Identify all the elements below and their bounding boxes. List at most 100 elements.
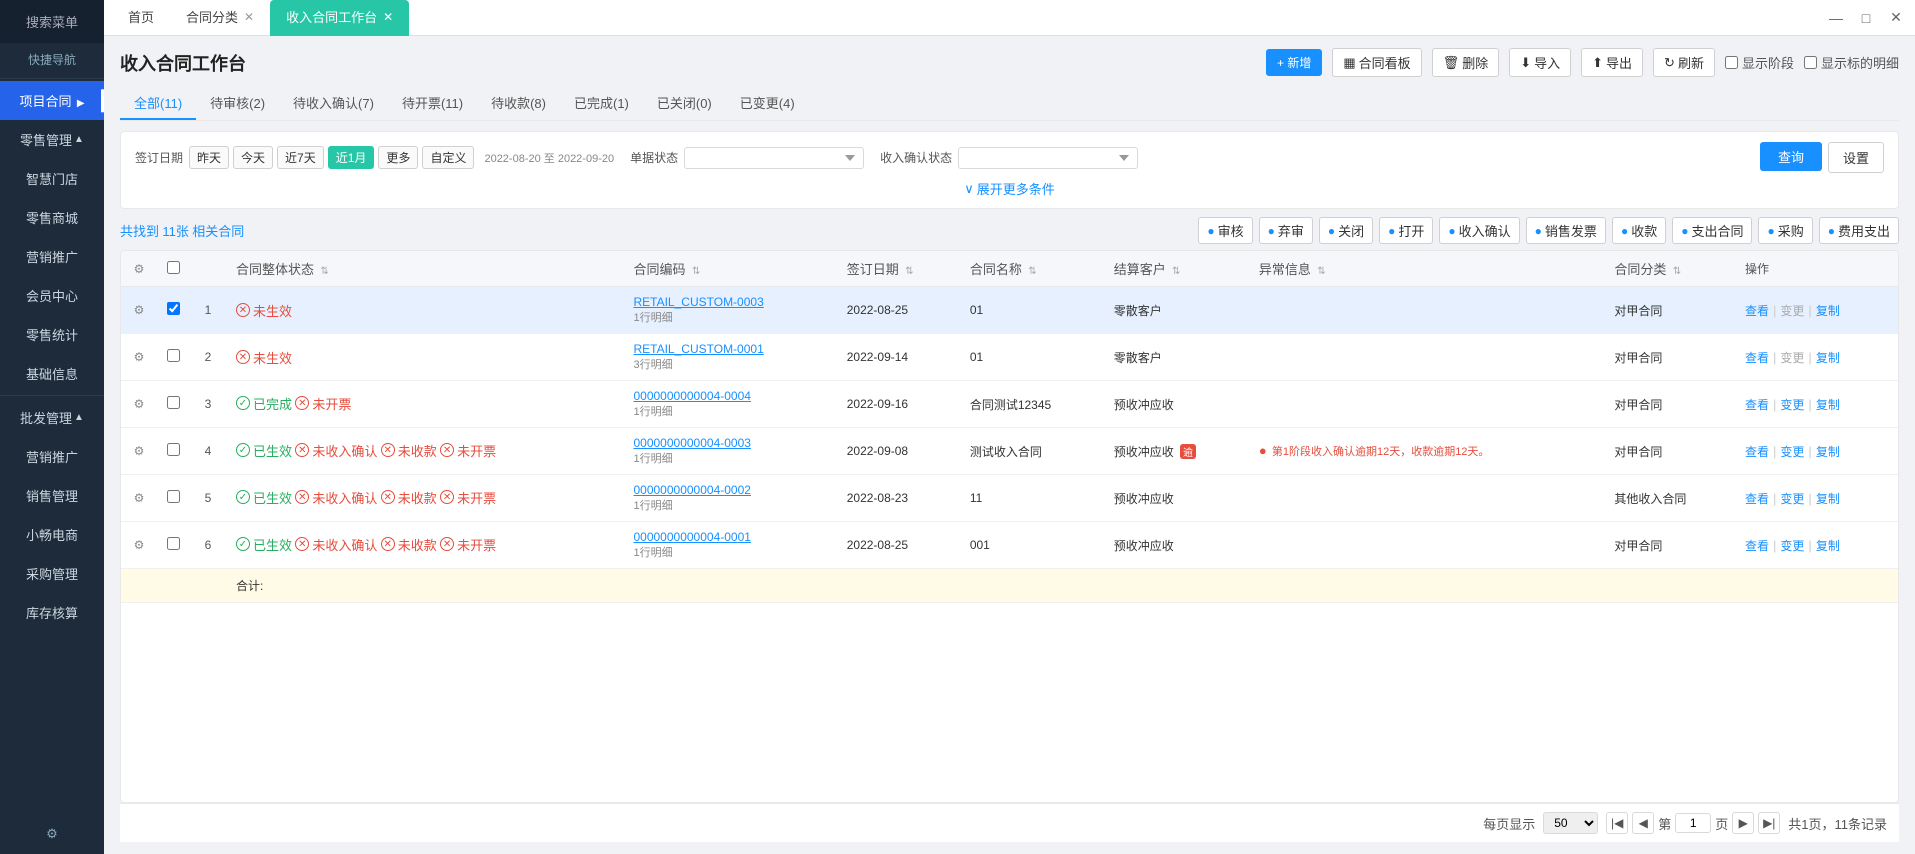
- import-button[interactable]: ⬇ 导入: [1509, 48, 1571, 77]
- contract-code-link[interactable]: 0000000000004-0002: [633, 483, 750, 497]
- open-action-btn[interactable]: ● 打开: [1379, 217, 1433, 244]
- show-stage-checkbox[interactable]: 显示阶段: [1725, 53, 1794, 72]
- expense-action-btn[interactable]: ● 费用支出: [1819, 217, 1899, 244]
- page-last-btn[interactable]: ▶|: [1758, 812, 1780, 834]
- sidebar-item-base-info[interactable]: 基础信息: [0, 354, 104, 393]
- col-category[interactable]: 合同分类 ⇅: [1604, 251, 1735, 287]
- col-exception[interactable]: 异常信息 ⇅: [1249, 251, 1605, 287]
- page-number-input[interactable]: [1675, 813, 1711, 833]
- row-checkbox[interactable]: [167, 537, 180, 550]
- delete-button[interactable]: 🗑 删除: [1432, 48, 1500, 77]
- row-checkbox[interactable]: [167, 490, 180, 503]
- query-button[interactable]: 查询: [1760, 142, 1822, 171]
- sidebar-item-inventory[interactable]: 库存核算: [0, 593, 104, 632]
- row-gear[interactable]: ⚙: [121, 475, 157, 522]
- row-gear[interactable]: ⚙: [121, 522, 157, 569]
- sidebar-quick-nav[interactable]: 快捷导航: [0, 43, 104, 76]
- col-code[interactable]: 合同编码 ⇅: [623, 251, 836, 287]
- contract-code-link[interactable]: RETAIL_CUSTOM-0001: [633, 342, 763, 356]
- purchase-action-btn[interactable]: ● 采购: [1758, 217, 1812, 244]
- tab-contract-category-close[interactable]: ✕: [244, 10, 254, 24]
- row-gear[interactable]: ⚙: [121, 334, 157, 381]
- payment-action-btn[interactable]: ● 收款: [1612, 217, 1666, 244]
- col-overall-status[interactable]: 合同整体状态 ⇅: [226, 251, 623, 287]
- show-detail-input[interactable]: [1804, 56, 1817, 69]
- view-btn[interactable]: 查看: [1745, 490, 1769, 507]
- filter-tab-closed[interactable]: 已关闭(0): [643, 87, 726, 120]
- row-checkbox[interactable]: [167, 302, 180, 315]
- sidebar-item-wholesale-mgmt[interactable]: 批发管理 ▲: [0, 398, 104, 437]
- select-all-checkbox[interactable]: [167, 261, 180, 274]
- filter-tab-completed[interactable]: 已完成(1): [560, 87, 643, 120]
- sidebar-item-smart-store[interactable]: 智慧门店: [0, 159, 104, 198]
- sidebar-item-retail-mall[interactable]: 零售商城: [0, 198, 104, 237]
- maximize-button[interactable]: □: [1855, 7, 1877, 29]
- tab-contract-category[interactable]: 合同分类 ✕: [170, 0, 270, 36]
- out-contract-action-btn[interactable]: ● 支出合同: [1672, 217, 1752, 244]
- tab-home[interactable]: 首页: [112, 0, 170, 36]
- close-button[interactable]: ✕: [1885, 7, 1907, 29]
- date-btn-1month[interactable]: 近1月: [328, 146, 375, 169]
- sales-invoice-action-btn[interactable]: ● 销售发票: [1526, 217, 1606, 244]
- view-btn[interactable]: 查看: [1745, 302, 1769, 319]
- change-btn[interactable]: 变更: [1780, 396, 1804, 413]
- row-checkbox[interactable]: [167, 349, 180, 362]
- change-btn[interactable]: 变更: [1780, 537, 1804, 554]
- sidebar-item-member-center[interactable]: 会员中心: [0, 276, 104, 315]
- expand-conditions-button[interactable]: ∨ 展开更多条件: [135, 179, 1884, 198]
- contract-code-link[interactable]: 0000000000004-0001: [633, 530, 750, 544]
- row-gear[interactable]: ⚙: [121, 428, 157, 475]
- refresh-button[interactable]: ↻ 刷新: [1653, 48, 1715, 77]
- change-btn[interactable]: 变更: [1780, 490, 1804, 507]
- view-btn[interactable]: 查看: [1745, 443, 1769, 460]
- copy-btn[interactable]: 复制: [1816, 443, 1840, 460]
- date-btn-custom[interactable]: 自定义: [422, 146, 474, 169]
- row-gear[interactable]: ⚙: [121, 287, 157, 334]
- sidebar-item-purchase-mgmt[interactable]: 采购管理: [0, 554, 104, 593]
- abandon-action-btn[interactable]: ● 弃审: [1259, 217, 1313, 244]
- view-btn[interactable]: 查看: [1745, 537, 1769, 554]
- sidebar-settings[interactable]: ⚙: [0, 814, 104, 854]
- copy-btn[interactable]: 复制: [1816, 349, 1840, 366]
- income-confirm-select[interactable]: [958, 147, 1138, 169]
- page-first-btn[interactable]: |◀: [1606, 812, 1628, 834]
- col-customer[interactable]: 结算客户 ⇅: [1104, 251, 1249, 287]
- view-btn[interactable]: 查看: [1745, 396, 1769, 413]
- date-btn-more[interactable]: 更多: [378, 146, 418, 169]
- row-gear[interactable]: ⚙: [121, 381, 157, 428]
- date-btn-today[interactable]: 今天: [233, 146, 273, 169]
- filter-tab-pending-review[interactable]: 待审核(2): [196, 87, 279, 120]
- page-size-select[interactable]: 50 10 20 100: [1543, 812, 1598, 834]
- tab-income-workbench-close[interactable]: ✕: [383, 10, 393, 24]
- filter-tab-pending-payment[interactable]: 待收款(8): [477, 87, 560, 120]
- filter-tab-all[interactable]: 全部(11): [120, 87, 196, 120]
- doc-status-select[interactable]: [684, 147, 864, 169]
- row-checkbox[interactable]: [167, 443, 180, 456]
- copy-btn[interactable]: 复制: [1816, 396, 1840, 413]
- sidebar-search[interactable]: 搜索菜单: [0, 0, 104, 43]
- view-btn[interactable]: 查看: [1745, 349, 1769, 366]
- sidebar-item-retail-mgmt[interactable]: 零售管理 ▲: [0, 120, 104, 159]
- copy-btn[interactable]: 复制: [1816, 490, 1840, 507]
- date-btn-7days[interactable]: 近7天: [277, 146, 324, 169]
- review-action-btn[interactable]: ● 审核: [1198, 217, 1252, 244]
- sidebar-item-retail-stats[interactable]: 零售统计: [0, 315, 104, 354]
- show-stage-input[interactable]: [1725, 56, 1738, 69]
- show-detail-checkbox[interactable]: 显示标的明细: [1804, 53, 1899, 72]
- income-confirm-action-btn[interactable]: ● 收入确认: [1439, 217, 1519, 244]
- tab-income-workbench[interactable]: 收入合同工作台 ✕: [270, 0, 409, 36]
- export-button[interactable]: ⬆ 导出: [1581, 48, 1643, 77]
- close-action-btn[interactable]: ● 关闭: [1319, 217, 1373, 244]
- filter-tab-changed[interactable]: 已变更(4): [726, 87, 809, 120]
- page-prev-btn[interactable]: ◀: [1632, 812, 1654, 834]
- settings-button[interactable]: 设置: [1828, 142, 1884, 173]
- add-button[interactable]: + 新增: [1266, 49, 1322, 76]
- filter-tab-pending-invoice[interactable]: 待开票(11): [388, 87, 477, 120]
- copy-btn[interactable]: 复制: [1816, 302, 1840, 319]
- copy-btn[interactable]: 复制: [1816, 537, 1840, 554]
- page-next-btn[interactable]: ▶: [1732, 812, 1754, 834]
- sidebar-item-marketing[interactable]: 营销推广: [0, 237, 104, 276]
- sidebar-item-project-contract[interactable]: 项目合同 ▶: [0, 81, 104, 120]
- contract-code-link[interactable]: 0000000000004-0004: [633, 389, 750, 403]
- contract-code-link[interactable]: RETAIL_CUSTOM-0003: [633, 295, 763, 309]
